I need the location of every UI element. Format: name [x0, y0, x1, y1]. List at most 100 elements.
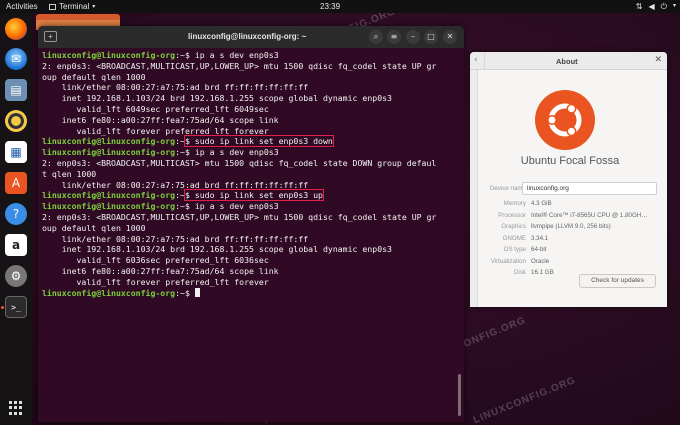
close-button[interactable]: ✕ — [443, 30, 457, 44]
software-icon[interactable]: A — [5, 172, 27, 194]
terminal-line: valid_lft forever preferred_lft forever — [42, 126, 460, 137]
writer-icon[interactable]: ▦ — [5, 141, 27, 163]
terminal-line: valid_lft forever preferred_lft forever — [42, 277, 460, 288]
rhythmbox-icon[interactable] — [5, 110, 27, 132]
search-button[interactable]: ⌕ — [369, 30, 383, 44]
terminal-line: 2: enp0s3: <BROADCAST,MULTICAST,UP,LOWER… — [42, 61, 460, 72]
power-icon: ⏻ — [660, 2, 667, 11]
terminal-line: linuxconfig@linuxconfig-org:~$ — [42, 287, 460, 299]
command: ip a s dev enp0s3 — [189, 147, 279, 158]
prompt: linuxconfig@linuxconfig-org — [42, 287, 176, 298]
info-label: GNOME — [502, 234, 526, 242]
device-name-field[interactable]: linuxconfig.org — [522, 182, 657, 195]
about-title: About — [556, 57, 578, 66]
show-apps-icon[interactable] — [9, 401, 23, 415]
terminal-line: linuxconfig@linuxconfig-org:~$ ip a s de… — [42, 201, 460, 212]
terminal-line: link/ether 08:00:27:a7:75:ad brd ff:ff:f… — [42, 82, 460, 93]
minimize-button[interactable]: – — [406, 30, 420, 44]
output-text: 2: enp0s3: <BROADCAST,MULTICAST,UP,LOWER… — [42, 211, 437, 222]
info-value: 4.3 GiB — [531, 200, 552, 207]
terminal-line: linuxconfig@linuxconfig-org:~$ ip a s de… — [42, 147, 460, 158]
activities-button[interactable]: Activities — [6, 2, 38, 11]
prompt-separator: :~$ — [175, 287, 190, 298]
info-row: GNOME 3.34.1 — [478, 235, 667, 247]
header-divider — [484, 52, 485, 70]
new-tab-button[interactable]: + — [44, 31, 57, 42]
terminal-line: linuxconfig@linuxconfig-org:~$ ip a s de… — [42, 50, 460, 61]
help-icon[interactable]: ? — [5, 203, 27, 225]
terminal-header[interactable]: + linuxconfig@linuxconfig-org: ~ ⌕ ≡ – □… — [38, 26, 464, 48]
info-label: Memory — [503, 200, 526, 207]
about-header[interactable]: ‹ About ✕ — [470, 52, 667, 70]
info-value: 16.1 GB — [531, 269, 554, 276]
menu-button[interactable]: ≡ — [387, 30, 401, 44]
info-row: Memory 4.3 GiB — [478, 200, 667, 212]
files-icon[interactable]: ▤ — [5, 79, 27, 101]
scrollbar[interactable] — [458, 374, 461, 416]
output-text: valid_lft forever preferred_lft forever — [42, 276, 269, 287]
prompt-separator: :~ — [175, 190, 185, 201]
info-row: Graphics llvmpipe (LLVM 9.0, 256 bits) — [478, 223, 667, 235]
dock: ✉ ▤ ▦ A ? a ⚙ >_ — [0, 13, 32, 425]
maximize-button[interactable]: □ — [424, 30, 438, 44]
app-menu[interactable]: Terminal ▾ — [49, 2, 95, 11]
info-label: Disk — [513, 269, 526, 276]
info-label: Graphics — [501, 223, 526, 230]
chevron-down-icon: ▾ — [672, 2, 676, 9]
prompt: linuxconfig@linuxconfig-org — [42, 201, 176, 212]
terminal-line: 2: enp0s3: <BROADCAST,MULTICAST,UP,LOWER… — [42, 212, 460, 223]
info-value: Oracle — [531, 257, 550, 265]
thunderbird-icon[interactable]: ✉ — [5, 48, 27, 70]
output-text: link/ether 08:00:27:a7:75:ad brd ff:ff:f… — [42, 179, 309, 190]
volume-icon: ◀ — [648, 2, 655, 11]
amazon-icon[interactable]: a — [5, 234, 27, 256]
settings-icon[interactable]: ⚙ — [5, 265, 27, 287]
back-icon[interactable]: ‹ — [474, 55, 478, 65]
device-name-label: Device name — [489, 185, 526, 192]
app-menu-label: Terminal — [59, 2, 90, 11]
prompt: linuxconfig@linuxconfig-org — [42, 136, 176, 147]
highlighted-command: $ sudo ip link set enp0s3 down — [183, 135, 334, 148]
info-label: Virtualization — [490, 257, 526, 265]
terminal-line: inet6 fe80::a00:27ff:fea7:75ad/64 scope … — [42, 266, 460, 277]
os-name: Ubuntu Focal Fossa — [520, 155, 620, 167]
prompt-separator: :~$ — [175, 201, 190, 212]
prompt: linuxconfig@linuxconfig-org — [42, 147, 176, 158]
firefox-icon[interactable] — [5, 18, 27, 40]
highlighted-command: $ sudo ip link set enp0s3 up — [183, 189, 324, 202]
terminal-line: linuxconfig@linuxconfig-org:~$ sudo ip l… — [42, 135, 460, 148]
close-icon[interactable]: ✕ — [654, 55, 662, 65]
terminal-line: linuxconfig@linuxconfig-org:~$ sudo ip l… — [42, 189, 460, 202]
info-label: OS type — [503, 246, 526, 253]
info-value: 64-bit — [531, 246, 547, 253]
terminal-line: link/ether 08:00:27:a7:75:ad brd ff:ff:f… — [42, 180, 460, 191]
top-bar: Activities Terminal ▾ 23:39 ⇅ ◀ ⏻ ▾ — [0, 0, 680, 13]
terminal-window[interactable]: + linuxconfig@linuxconfig-org: ~ ⌕ ≡ – □… — [38, 26, 464, 422]
terminal-small-icon — [49, 3, 56, 10]
terminal-title: linuxconfig@linuxconfig-org: ~ — [188, 32, 307, 41]
clock[interactable]: 23:39 — [320, 2, 340, 11]
output-text: link/ether 08:00:27:a7:75:ad brd ff:ff:f… — [42, 233, 309, 244]
info-row: Disk 16.1 GB — [478, 269, 667, 281]
cursor — [194, 287, 200, 297]
system-tray[interactable]: ⇅ ◀ ⏻ ▾ — [636, 2, 676, 12]
output-text: inet6 fe80::a00:27ff:fea7:75ad/64 scope … — [42, 265, 279, 276]
output-text: link/ether 08:00:27:a7:75:ad brd ff:ff:f… — [42, 82, 309, 93]
terminal-output[interactable]: linuxconfig@linuxconfig-org:~$ ip a s de… — [42, 48, 460, 418]
prompt: linuxconfig@linuxconfig-org — [42, 190, 176, 201]
info-value: 3.34.1 — [531, 234, 549, 242]
terminal-line: inet6 fe80::a00:27ff:fea7:75ad/64 scope … — [42, 115, 460, 126]
info-row: OS type 64-bit — [478, 246, 667, 258]
output-text: inet6 fe80::a00:27ff:fea7:75ad/64 scope … — [42, 114, 279, 125]
terminal-line: valid_lft 6049sec preferred_lft 6049sec — [42, 104, 460, 115]
about-window[interactable]: ‹ About ✕ Ubuntu Focal Fossa Device name… — [470, 52, 667, 307]
info-row: Virtualization Oracle — [478, 258, 667, 270]
terminal-line: 2: enp0s3: <BROADCAST,MULTICAST> mtu 150… — [42, 158, 460, 169]
info-value: Intel® Core™ i7-8565U CPU @ 1.80GH… — [531, 211, 648, 219]
output-text: valid_lft 6036sec preferred_lft 6036sec — [42, 255, 269, 266]
prompt-separator: :~$ — [175, 147, 190, 158]
terminal-line: valid_lft 6036sec preferred_lft 6036sec — [42, 255, 460, 266]
output-text: inet 192.168.1.103/24 brd 192.168.1.255 … — [42, 244, 392, 255]
terminal-icon[interactable]: >_ — [5, 296, 27, 318]
terminal-line: inet 192.168.1.103/24 brd 192.168.1.255 … — [42, 93, 460, 104]
